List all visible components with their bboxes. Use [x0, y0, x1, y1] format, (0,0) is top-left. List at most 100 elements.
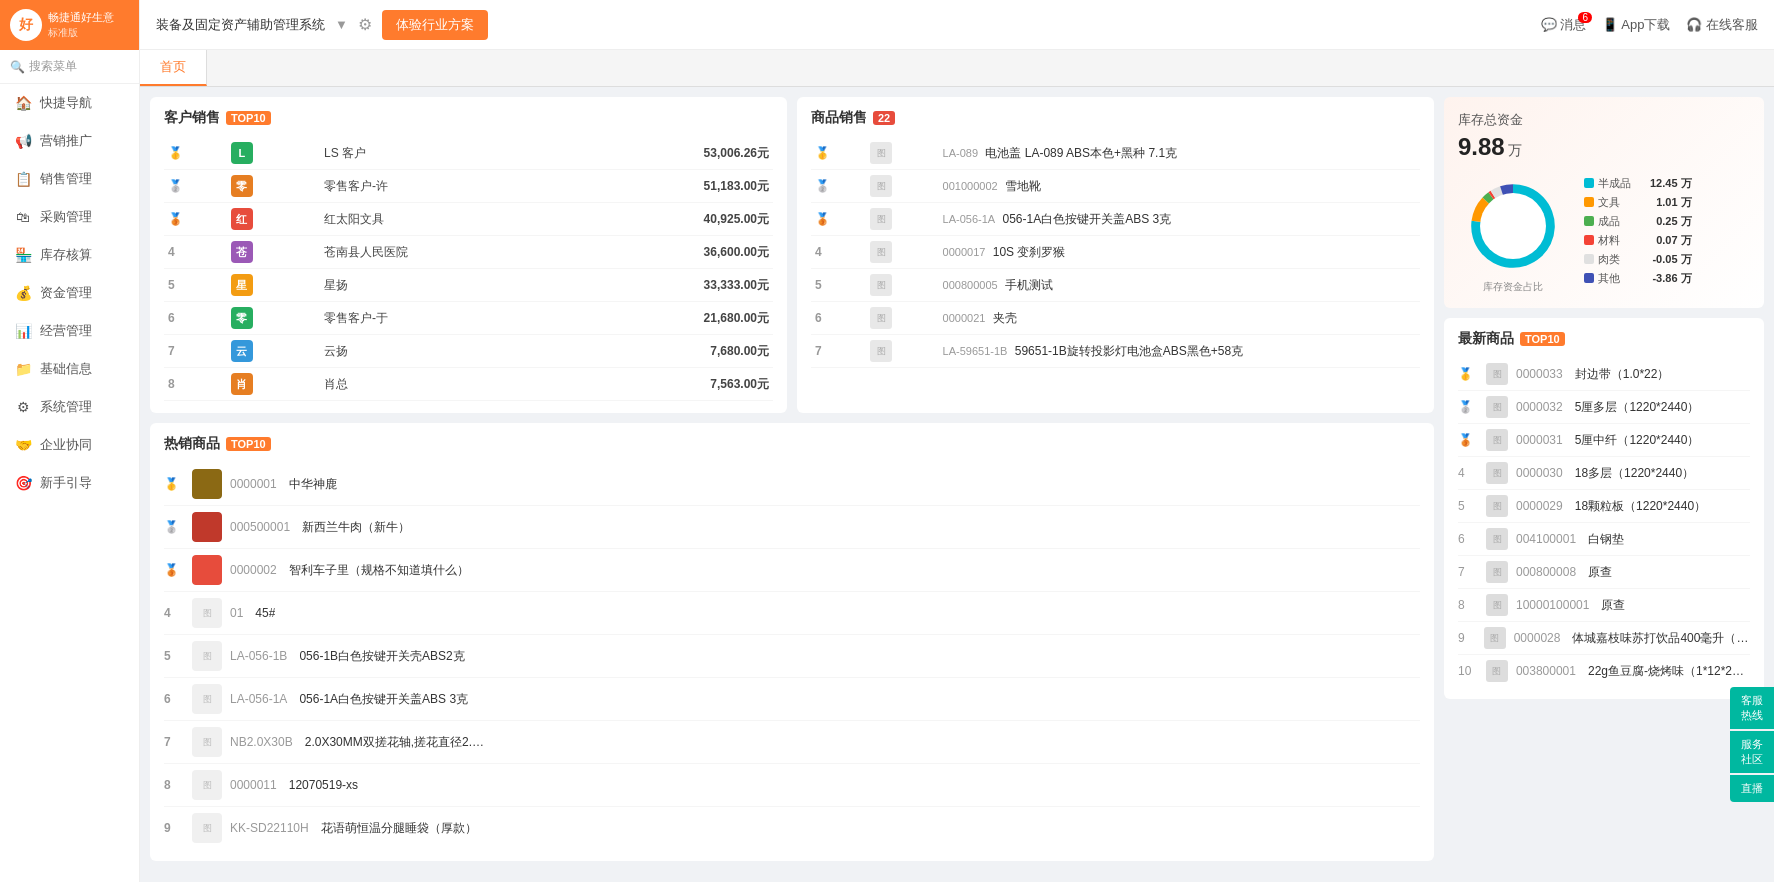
sidebar-logo: 好 畅捷通好生意 标准版 — [0, 0, 139, 50]
dropdown-arrow-icon[interactable]: ▼ — [335, 17, 348, 32]
legend-value: 0.25 万 — [1648, 214, 1691, 229]
sidebar-item-inventory[interactable]: 🏪 库存核算 — [0, 236, 139, 274]
inventory-unit: 万 — [1508, 142, 1522, 158]
sidebar-item-label: 基础信息 — [40, 360, 92, 378]
tab-home[interactable]: 首页 — [140, 50, 207, 86]
legend-dot — [1584, 178, 1594, 188]
hot-product-name: 中华神鹿 — [289, 476, 337, 493]
hot-rank-num: 🥉 — [164, 563, 184, 577]
customer-rank-row: 4 苍 苍南县人民医院 36,600.00元 — [164, 236, 773, 269]
hot-top10-badge: TOP10 — [226, 437, 271, 451]
search-menu[interactable]: 🔍 搜索菜单 — [0, 50, 139, 84]
prod-icon-cell: 图 — [866, 137, 938, 170]
customer-name: 苍南县人民医院 — [320, 236, 572, 269]
new-rank-num: 🥉 — [1458, 433, 1478, 447]
new-product-code: 0000029 — [1516, 499, 1563, 513]
sidebar-item-label: 营销推广 — [40, 132, 92, 150]
hot-product-item: 🥇 0000001 中华神鹿 — [164, 463, 1420, 506]
hot-product-item: 🥈 000500001 新西兰牛肉（新牛） — [164, 506, 1420, 549]
new-product-thumb: 图 — [1486, 528, 1508, 550]
page-tabs: 首页 — [140, 50, 1774, 87]
new-product-code: 0000028 — [1514, 631, 1561, 645]
sidebar-item-purchase[interactable]: 🛍 采购管理 — [0, 198, 139, 236]
new-product-item: 8 图 10000100001 原查 — [1458, 589, 1750, 622]
sidebar-item-operation[interactable]: 📊 经营管理 — [0, 312, 139, 350]
legend-dot — [1584, 235, 1594, 245]
sidebar-item-system[interactable]: ⚙ 系统管理 — [0, 388, 139, 426]
hot-product-thumb: 图 — [192, 813, 222, 843]
float-service-live[interactable]: 直播 — [1730, 775, 1774, 802]
rank-number: 7 — [164, 335, 227, 368]
new-product-code: 003800001 — [1516, 664, 1576, 678]
new-products-label: 最新商品 — [1458, 330, 1514, 348]
rank-badge-cell: 星 — [227, 269, 320, 302]
new-product-item: 🥇 图 0000033 封边带（1.0*22） — [1458, 358, 1750, 391]
product-rank-row: 7 图 LA-59651-1B 59651-1B旋转投影灯电池盒ABS黑色+58… — [811, 335, 1420, 368]
prod-info: 0000021 夹壳 — [939, 302, 1420, 335]
marketing-icon: 📢 — [14, 133, 32, 149]
float-service-hotline[interactable]: 客服热线 — [1730, 687, 1774, 729]
customer-name: 云扬 — [320, 335, 572, 368]
hot-product-name: 智利车子里（规格不知道填什么） — [289, 562, 469, 579]
sidebar-item-finance[interactable]: 💰 资金管理 — [0, 274, 139, 312]
sidebar-item-quick-nav[interactable]: 🏠 快捷导航 — [0, 84, 139, 122]
legend-item: 成品 0.25 万 — [1584, 214, 1692, 229]
new-product-thumb: 图 — [1486, 462, 1508, 484]
donut-chart: 库存资金占比 — [1458, 171, 1568, 294]
product-ranking-title: 商品销售 22 — [811, 109, 1420, 127]
legend-label: 材料 — [1598, 233, 1638, 248]
message-count: 6 — [1578, 12, 1592, 23]
rank-badge-cell: 云 — [227, 335, 320, 368]
legend-label: 半成品 — [1598, 176, 1638, 191]
hot-product-item: 4 图 01 45# — [164, 592, 1420, 635]
hot-products-label: 热销商品 — [164, 435, 220, 453]
rank-badge-cell: 零 — [227, 302, 320, 335]
new-rank-num: 7 — [1458, 565, 1478, 579]
new-rank-num: 🥈 — [1458, 400, 1478, 414]
trial-button[interactable]: 体验行业方案 — [382, 10, 488, 40]
inventory-amount: 9.88 — [1458, 133, 1505, 160]
new-product-thumb: 图 — [1484, 627, 1506, 649]
sidebar-item-sales[interactable]: 📋 销售管理 — [0, 160, 139, 198]
legend-label: 其他 — [1598, 271, 1638, 286]
hot-rank-num: 5 — [164, 649, 184, 663]
legend-value: 0.07 万 — [1648, 233, 1691, 248]
operation-icon: 📊 — [14, 323, 32, 339]
settings-icon[interactable]: ⚙ — [358, 15, 372, 34]
sidebar-nav: 🏠 快捷导航 📢 营销推广 📋 销售管理 🛍 采购管理 🏪 库存核算 💰 资金管… — [0, 84, 139, 882]
customer-rank-row: 8 肖 肖总 7,563.00元 — [164, 368, 773, 401]
prod-icon-cell: 图 — [866, 269, 938, 302]
inventory-icon: 🏪 — [14, 247, 32, 263]
sidebar-item-company[interactable]: 🤝 企业协同 — [0, 426, 139, 464]
prod-icon-cell: 图 — [866, 170, 938, 203]
app-download[interactable]: 📱 App下载 — [1602, 16, 1670, 34]
sidebar-item-marketing[interactable]: 📢 营销推广 — [0, 122, 139, 160]
company-icon: 🤝 — [14, 437, 32, 453]
guide-icon: 🎯 — [14, 475, 32, 491]
hot-product-item: 8 图 0000011 12070519-xs — [164, 764, 1420, 807]
new-product-name: 22g鱼豆腐-烧烤味（1*12*20） — [1588, 663, 1750, 680]
rank-number: 🥉 — [164, 203, 227, 236]
content-area: 客户销售 TOP10 🥇 L LS 客户 53,006.26元 🥈 零 零售客户… — [140, 87, 1774, 882]
hot-product-code: 0000002 — [230, 563, 277, 577]
hot-product-item: 9 图 KK-SD22110H 花语萌恒温分腿睡袋（厚款） — [164, 807, 1420, 849]
message-badge[interactable]: 💬 6 消息 — [1541, 16, 1587, 34]
inventory-panel: 库存总资金 9.88 万 库存资金占比 — [1444, 97, 1764, 308]
sidebar-item-guide[interactable]: 🎯 新手引导 — [0, 464, 139, 502]
online-service[interactable]: 🎧 在线客服 — [1686, 16, 1758, 34]
hot-product-code: 000500001 — [230, 520, 290, 534]
prod-icon-cell: 图 — [866, 236, 938, 269]
prod-info: LA-59651-1B 59651-1B旋转投影灯电池盒ABS黑色+58克 — [939, 335, 1420, 368]
new-product-thumb: 图 — [1486, 594, 1508, 616]
new-product-item: 6 图 004100001 白钢垫 — [1458, 523, 1750, 556]
prod-rank-num: 🥈 — [811, 170, 866, 203]
sidebar-item-label: 企业协同 — [40, 436, 92, 454]
new-product-name: 5厘多层（1220*2440） — [1575, 399, 1700, 416]
hot-product-thumb: 图 — [192, 727, 222, 757]
search-icon: 🔍 — [10, 60, 25, 74]
new-products-panel: 最新商品 TOP10 🥇 图 0000033 封边带（1.0*22） 🥈 图 0… — [1444, 318, 1764, 699]
float-service-community[interactable]: 服务社区 — [1730, 731, 1774, 773]
prod-rank-num: 6 — [811, 302, 866, 335]
sidebar-item-basic[interactable]: 📁 基础信息 — [0, 350, 139, 388]
headset-icon: 🎧 — [1686, 17, 1702, 32]
